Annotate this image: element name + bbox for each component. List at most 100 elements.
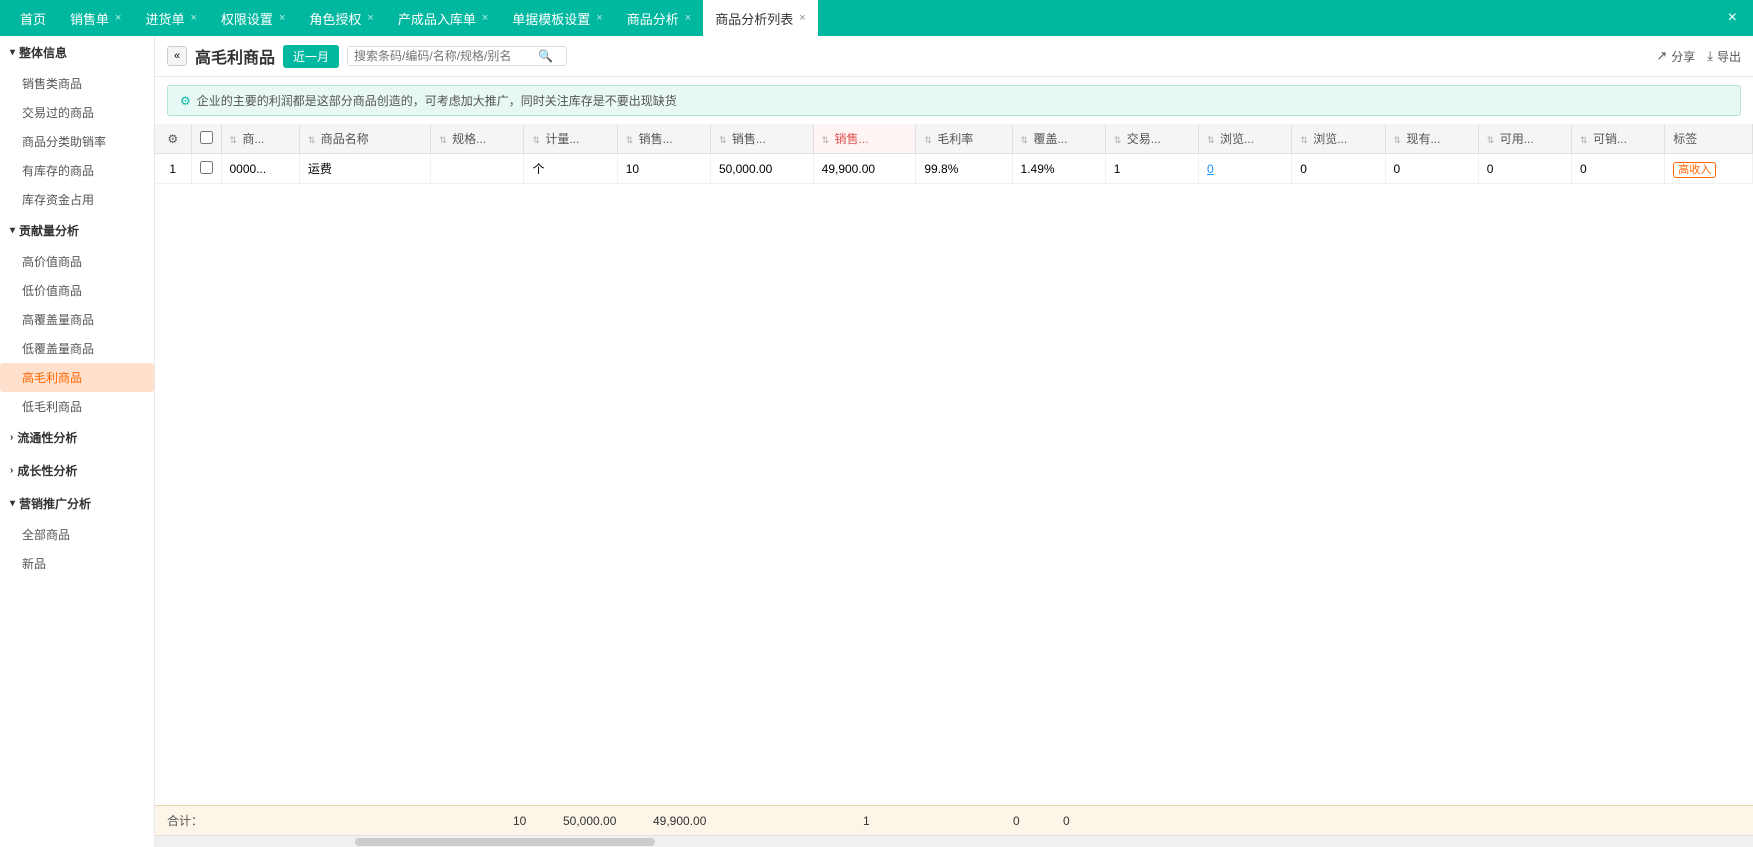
close-icon[interactable]: ×: [279, 12, 285, 24]
top-nav: 首页 销售单 × 进货单 × 权限设置 × 角色授权 × 产成品入库单 × 单据…: [0, 0, 1753, 36]
nav-product-analysis-list[interactable]: 商品分析列表 ×: [703, 0, 817, 36]
footer-current-stock: 0: [1005, 814, 1055, 828]
col-sales-qty[interactable]: ⇅ 销售...: [617, 124, 710, 154]
export-button[interactable]: ⤓ 导出: [1707, 48, 1741, 65]
footer-empty-4: [455, 814, 505, 828]
close-icon[interactable]: ×: [799, 12, 805, 24]
collapse-arrow-icon: ▾: [10, 225, 15, 236]
sidebar-item-traded-goods[interactable]: 交易过的商品: [0, 98, 154, 127]
sidebar-item-new-products[interactable]: 新品: [0, 549, 154, 578]
sidebar-item-high-coverage[interactable]: 高覆盖量商品: [0, 305, 154, 334]
cell-unit: 个: [524, 154, 617, 184]
horizontal-scrollbar[interactable]: [155, 835, 1753, 847]
content-area: « 高毛利商品 近一月 🔍 ↗ 分享 ⤓ 导出 ⚙ 企业的主要的利润都是这部: [155, 36, 1753, 847]
sidebar-section-liquidity[interactable]: › 流通性分析: [0, 421, 154, 454]
sidebar-section-marketing[interactable]: ▾ 营销推广分析: [0, 487, 154, 520]
col-spec[interactable]: ⇅ 规格...: [431, 124, 524, 154]
content-header: « 高毛利商品 近一月 🔍 ↗ 分享 ⤓ 导出: [155, 36, 1753, 77]
sidebar-item-low-coverage[interactable]: 低覆盖量商品: [0, 334, 154, 363]
nav-home[interactable]: 首页: [8, 0, 58, 36]
filter-recent-month-button[interactable]: 近一月: [283, 45, 339, 68]
cell-sellable: 0: [1572, 154, 1665, 184]
expand-arrow-icon: ›: [10, 432, 13, 443]
cell-transaction: 1: [1105, 154, 1198, 184]
sidebar-item-sales-goods[interactable]: 销售类商品: [0, 69, 154, 98]
close-icon[interactable]: ×: [190, 12, 196, 24]
footer-empty-8: [955, 814, 1005, 828]
search-input[interactable]: [354, 49, 534, 63]
cell-code: 0000...: [221, 154, 299, 184]
col-tag[interactable]: 标签: [1665, 124, 1753, 154]
sidebar-item-category-rate[interactable]: 商品分类助销率: [0, 127, 154, 156]
col-sellable[interactable]: ⇅ 可销...: [1572, 124, 1665, 154]
alert-bar: ⚙ 企业的主要的利润都是这部分商品创造的，可考虑加大推广，同时关注库存是不要出现…: [167, 85, 1741, 116]
select-all-checkbox[interactable]: [200, 131, 213, 144]
close-icon[interactable]: ×: [482, 12, 488, 24]
cell-available: 0: [1478, 154, 1571, 184]
footer-transaction: 1: [855, 814, 905, 828]
sidebar-section-overall[interactable]: ▾ 整体信息: [0, 36, 154, 69]
window-close-button[interactable]: ×: [1720, 9, 1745, 27]
nav-purchase-order[interactable]: 进货单 ×: [133, 0, 208, 36]
sidebar-item-stock-capital[interactable]: 库存资金占用: [0, 185, 154, 214]
col-browse1[interactable]: ⇅ 浏览...: [1199, 124, 1292, 154]
col-transaction[interactable]: ⇅ 交易...: [1105, 124, 1198, 154]
sidebar-section-growth[interactable]: › 成长性分析: [0, 454, 154, 487]
data-table-wrapper: ⚙ ⇅ 商... ⇅ 商品名称: [155, 124, 1753, 805]
col-name[interactable]: ⇅ 商品名称: [299, 124, 430, 154]
row-checkbox[interactable]: [200, 161, 213, 174]
col-coverage[interactable]: ⇅ 覆盖...: [1012, 124, 1105, 154]
col-browse2[interactable]: ⇅ 浏览...: [1292, 124, 1385, 154]
footer-cells: 10 50,000.00 49,900.00 1 0 0: [235, 814, 1741, 828]
col-available[interactable]: ⇅ 可用...: [1478, 124, 1571, 154]
nav-template-settings[interactable]: 单据模板设置 ×: [500, 0, 614, 36]
sidebar-item-high-margin[interactable]: 高毛利商品: [0, 363, 154, 392]
footer-empty-3: [395, 814, 455, 828]
col-code[interactable]: ⇅ 商...: [221, 124, 299, 154]
nav-role-auth[interactable]: 角色授权 ×: [297, 0, 385, 36]
data-table: ⚙ ⇅ 商... ⇅ 商品名称: [155, 124, 1753, 184]
footer-total-bar: 合计： 10 50,000.00 49,900.00 1 0 0: [155, 805, 1753, 835]
cell-checkbox[interactable]: [191, 154, 221, 184]
footer-empty-2: [315, 814, 395, 828]
header-actions: ↗ 分享 ⤓ 导出: [1656, 48, 1741, 65]
sidebar-item-in-stock[interactable]: 有库存的商品: [0, 156, 154, 185]
scrollbar-thumb[interactable]: [355, 838, 655, 846]
col-sales-cost[interactable]: ⇅ 销售...: [813, 124, 916, 154]
col-unit[interactable]: ⇅ 计量...: [524, 124, 617, 154]
col-gross-margin[interactable]: ⇅ 毛利率: [916, 124, 1012, 154]
col-sales-amount[interactable]: ⇅ 销售...: [710, 124, 813, 154]
total-label: 合计：: [167, 812, 227, 829]
table-header-row: ⚙ ⇅ 商... ⇅ 商品名称: [155, 124, 1753, 154]
footer-sales-qty: 10: [505, 814, 555, 828]
col-current-stock[interactable]: ⇅ 现有...: [1385, 124, 1478, 154]
nav-permissions[interactable]: 权限设置 ×: [209, 0, 297, 36]
cell-sales-qty: 10: [617, 154, 710, 184]
close-icon[interactable]: ×: [596, 12, 602, 24]
col-checkbox[interactable]: [191, 124, 221, 154]
close-icon[interactable]: ×: [685, 12, 691, 24]
footer-empty-1: [235, 814, 315, 828]
nav-sales-order[interactable]: 销售单 ×: [58, 0, 133, 36]
collapse-arrow-icon: ▾: [10, 47, 15, 58]
alert-text: 企业的主要的利润都是这部分商品创造的，可考虑加大推广，同时关注库存是不要出现缺货: [197, 92, 677, 109]
collapse-arrow-icon: ▾: [10, 498, 15, 509]
close-icon[interactable]: ×: [367, 12, 373, 24]
cell-spec: [431, 154, 524, 184]
sidebar-section-contribution[interactable]: ▾ 贡献量分析: [0, 214, 154, 247]
nav-product-storage[interactable]: 产成品入库单 ×: [386, 0, 500, 36]
share-button[interactable]: ↗ 分享: [1656, 48, 1695, 65]
table-row: 1 0000... 运费 个 10 50,000.00 49,900.00 99…: [155, 154, 1753, 184]
sidebar-item-all-goods[interactable]: 全部商品: [0, 520, 154, 549]
sidebar-item-high-value[interactable]: 高价值商品: [0, 247, 154, 276]
sidebar-collapse-button[interactable]: «: [167, 46, 187, 66]
cell-browse1[interactable]: 0: [1199, 154, 1292, 184]
sidebar-item-low-value[interactable]: 低价值商品: [0, 276, 154, 305]
col-settings[interactable]: ⚙: [155, 124, 191, 154]
sidebar-item-low-margin[interactable]: 低毛利商品: [0, 392, 154, 421]
settings-icon[interactable]: ⚙: [167, 132, 178, 146]
share-icon: ↗: [1656, 48, 1667, 64]
search-icon[interactable]: 🔍: [538, 49, 553, 63]
nav-product-analysis[interactable]: 商品分析 ×: [615, 0, 703, 36]
close-icon[interactable]: ×: [115, 12, 121, 24]
